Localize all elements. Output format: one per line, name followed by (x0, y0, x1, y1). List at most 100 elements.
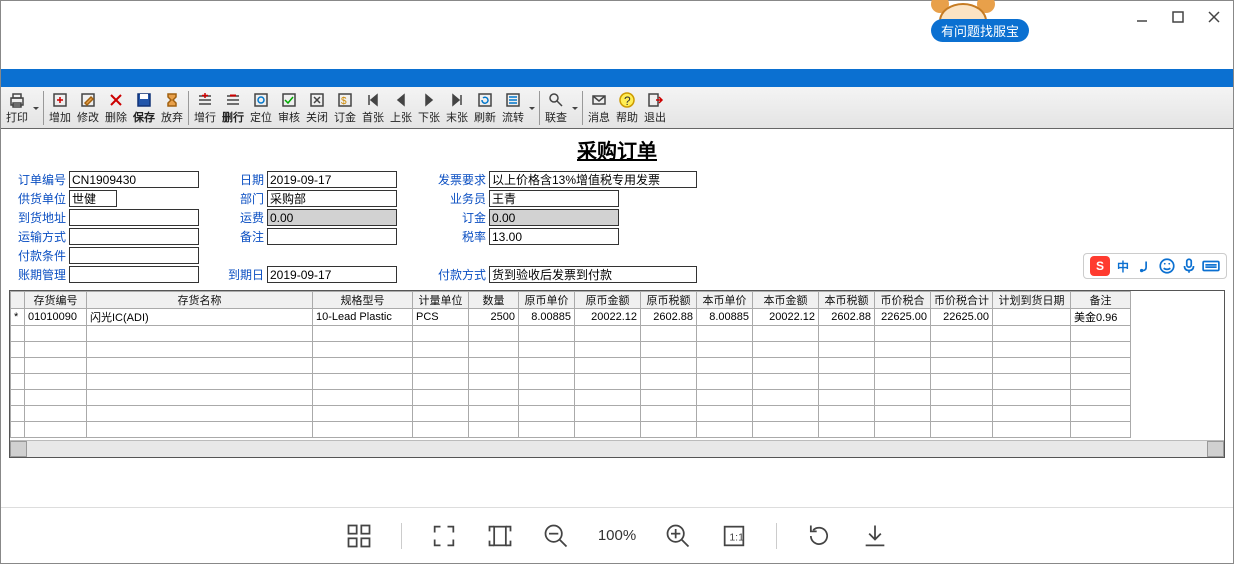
cell[interactable]: 2500 (469, 309, 519, 326)
term-mgmt-input[interactable] (69, 266, 199, 283)
cell[interactable]: PCS (413, 309, 469, 326)
data-grid[interactable]: 存货编号存货名称规格型号计量单位数量原币单价原币金额原币税额本币单价本币金额本币… (9, 290, 1225, 458)
horizontal-scrollbar[interactable] (10, 440, 1224, 457)
ime-logo-icon[interactable]: S (1090, 256, 1110, 276)
cell[interactable]: 闪光IC(ADI) (87, 309, 313, 326)
pay-cond-input[interactable] (69, 247, 199, 264)
cell[interactable]: 22625.00 (931, 309, 993, 326)
close-button[interactable] (1203, 9, 1225, 25)
col-header[interactable]: 本币单价 (697, 292, 753, 309)
col-header[interactable]: 币价税合计 (931, 292, 993, 309)
date-input[interactable] (267, 171, 397, 188)
table-row[interactable] (11, 358, 1131, 374)
toolbar-flow-button[interactable]: 流转 (499, 90, 527, 126)
toolbar-edit-button[interactable]: 修改 (74, 90, 102, 126)
scroll-right-button[interactable] (1207, 441, 1224, 457)
arrive-date-input[interactable] (267, 266, 397, 283)
ship-method-input[interactable] (69, 228, 199, 245)
toolbar-flow-dropdown[interactable] (527, 91, 537, 125)
toolbar-refresh-button[interactable]: 刷新 (471, 90, 499, 126)
ime-keyboard-icon[interactable] (1202, 257, 1220, 275)
col-header[interactable]: 本币金额 (753, 292, 819, 309)
cell[interactable]: 20022.12 (753, 309, 819, 326)
toolbar-print-button[interactable]: 打印 (3, 90, 31, 126)
ime-punct-icon[interactable] (1136, 257, 1154, 275)
dept-input[interactable] (267, 190, 397, 207)
col-header[interactable]: 原币税额 (641, 292, 697, 309)
remark-input[interactable] (267, 228, 397, 245)
supplier-input[interactable] (69, 190, 117, 207)
cell[interactable]: 01010090 (25, 309, 87, 326)
thumbnail-view-icon[interactable] (345, 522, 373, 550)
fullscreen-icon[interactable] (430, 522, 458, 550)
cell[interactable]: 2602.88 (819, 309, 875, 326)
toolbar-discard-button[interactable]: 放弃 (158, 90, 186, 126)
toolbar-next-button[interactable]: 下张 (415, 90, 443, 126)
ship-addr-input[interactable] (69, 209, 199, 226)
toolbar-link-dropdown[interactable] (570, 91, 580, 125)
col-header[interactable]: 存货编号 (25, 292, 87, 309)
zoom-in-icon[interactable] (664, 522, 692, 550)
col-header[interactable]: 存货名称 (87, 292, 313, 309)
ime-smiley-icon[interactable] (1158, 257, 1176, 275)
toolbar-first-button[interactable]: 首张 (359, 90, 387, 126)
toolbar-link-button[interactable]: 联查 (542, 90, 570, 126)
cell[interactable]: 2602.88 (641, 309, 697, 326)
toolbar-order-button[interactable]: $订金 (331, 90, 359, 126)
toolbar-delete-button[interactable]: 删除 (102, 90, 130, 126)
sales-input[interactable] (489, 190, 619, 207)
invoice-req-input[interactable] (489, 171, 697, 188)
pay-method-input[interactable] (489, 266, 697, 283)
rotate-icon[interactable] (805, 522, 833, 550)
col-header[interactable]: 计量单位 (413, 292, 469, 309)
table-row[interactable] (11, 422, 1131, 438)
col-header[interactable]: 本币税额 (819, 292, 875, 309)
maximize-button[interactable] (1167, 9, 1189, 25)
cell[interactable]: 美金0.96 (1071, 309, 1131, 326)
order-no-input[interactable] (69, 171, 199, 188)
toolbar-add-button[interactable]: 增加 (46, 90, 74, 126)
toolbar-msg-button[interactable]: 消息 (585, 90, 613, 126)
deposit-input[interactable] (489, 209, 619, 226)
scroll-left-button[interactable] (10, 441, 27, 457)
col-header[interactable]: 规格型号 (313, 292, 413, 309)
toolbar-addrow-button[interactable]: 增行 (191, 90, 219, 126)
table-row[interactable] (11, 390, 1131, 406)
zoom-out-icon[interactable] (542, 522, 570, 550)
cell[interactable] (993, 309, 1071, 326)
toolbar-prev-button[interactable]: 上张 (387, 90, 415, 126)
tax-rate-input[interactable] (489, 228, 619, 245)
minimize-button[interactable] (1131, 9, 1153, 25)
toolbar-close-button[interactable]: 关闭 (303, 90, 331, 126)
toolbar-delrow-button[interactable]: 删行 (219, 90, 247, 126)
table-row[interactable] (11, 326, 1131, 342)
actual-size-icon[interactable]: 1:1 (720, 522, 748, 550)
ime-mic-icon[interactable] (1180, 257, 1198, 275)
cell[interactable]: 20022.12 (575, 309, 641, 326)
toolbar-last-button[interactable]: 末张 (443, 90, 471, 126)
toolbar-audit-button[interactable]: 审核 (275, 90, 303, 126)
zoom-percent[interactable]: 100% (598, 527, 636, 544)
col-header[interactable]: 原币单价 (519, 292, 575, 309)
toolbar-help-button[interactable]: ?帮助 (613, 90, 641, 126)
freight-input[interactable] (267, 209, 397, 226)
table-row[interactable] (11, 406, 1131, 422)
cell[interactable]: 10-Lead Plastic (313, 309, 413, 326)
col-header[interactable]: 备注 (1071, 292, 1131, 309)
cell[interactable]: 8.00885 (519, 309, 575, 326)
download-icon[interactable] (861, 522, 889, 550)
toolbar-save-button[interactable]: 保存 (130, 90, 158, 126)
ime-floater[interactable]: S 中 (1083, 253, 1227, 279)
toolbar-locate-button[interactable]: 定位 (247, 90, 275, 126)
table-row[interactable] (11, 342, 1131, 358)
help-bubble[interactable]: 有问题找服宝 (931, 19, 1029, 42)
table-row[interactable]: *01010090闪光IC(ADI)10-Lead PlasticPCS2500… (11, 309, 1131, 326)
col-header[interactable]: 原币金额 (575, 292, 641, 309)
toolbar-exit-button[interactable]: 退出 (641, 90, 669, 126)
fit-page-icon[interactable] (486, 522, 514, 550)
cell[interactable]: 8.00885 (697, 309, 753, 326)
cell[interactable]: 22625.00 (875, 309, 931, 326)
table-row[interactable] (11, 374, 1131, 390)
ime-lang-icon[interactable]: 中 (1114, 257, 1132, 275)
col-header[interactable]: 币价税合 (875, 292, 931, 309)
